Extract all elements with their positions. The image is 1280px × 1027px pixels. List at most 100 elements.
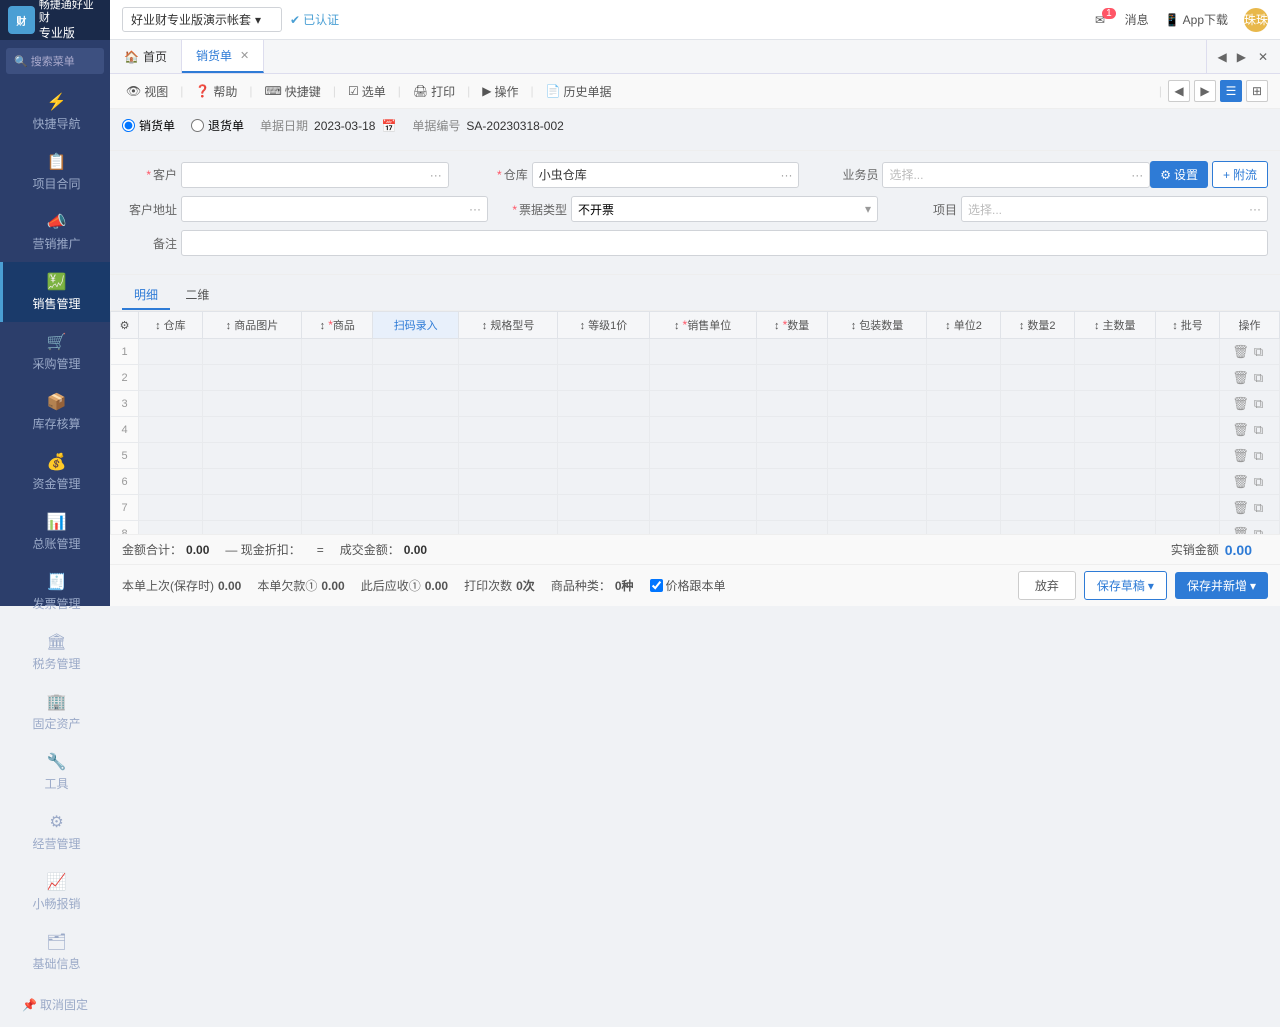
row-delete-icon[interactable]: 🗑 — [1232, 525, 1250, 535]
invoice-select[interactable]: 不开票 ▾ — [571, 196, 878, 222]
warehouse-field: 仓库 小虫仓库 ··· — [473, 162, 800, 188]
form-row-1: 客户 ··· 仓库 小虫仓库 ··· 业务员 选择... ··· — [122, 161, 1268, 188]
price-checkbox[interactable] — [650, 579, 663, 592]
sidebar-item-invoice[interactable]: 🧾 发票管理 — [0, 562, 110, 622]
chevron-down-icon[interactable]: ▾ — [1250, 579, 1256, 593]
amount-total: 金额合计： 0.00 — [122, 541, 209, 558]
toolbar-history-button[interactable]: 📄 历史单据 — [542, 81, 616, 102]
sales-table: ⚙ ↕ 仓库 ↕ 商品图片 ↕ *商品 扫码录入 ↕ 规格型号 ↕ 等级1价 ↕… — [110, 311, 1280, 534]
toolbar-prev-record-button[interactable]: ◀ — [1168, 80, 1190, 102]
sidebar-item-tools[interactable]: 🔧 工具 — [0, 742, 110, 802]
app-download-button[interactable]: 📱 App下载 — [1165, 11, 1228, 28]
quick-nav-icon: ⚡ — [47, 92, 67, 112]
row-delete-icon[interactable]: 🗑 — [1232, 395, 1250, 413]
cancel-fixed-button[interactable]: 📌 取消固定 — [8, 990, 102, 1019]
toolbar-help-button[interactable]: ❓ 帮助 — [191, 81, 241, 102]
form-number-field: 单据编号 SA-20230318-002 — [412, 117, 563, 134]
discard-button[interactable]: 放弃 — [1018, 571, 1076, 600]
tab-2d[interactable]: 二维 — [173, 281, 221, 310]
sidebar-item-marketing[interactable]: 📣 营销推广 — [0, 202, 110, 262]
toolbar-view-mode-list-button[interactable]: ☰ — [1220, 80, 1242, 102]
toolbar-view-mode-grid-button[interactable]: ⊞ — [1246, 80, 1268, 102]
toolbar-view-button[interactable]: 👁 视图 — [122, 81, 172, 102]
row-copy-icon[interactable]: ⧉ — [1250, 499, 1268, 517]
setup-button[interactable]: ⚙ 设置 — [1150, 161, 1208, 188]
remark-input[interactable] — [181, 230, 1268, 256]
attach-button[interactable]: + 附流 — [1212, 161, 1268, 188]
toolbar-select-button[interactable]: ☑ 选单 — [344, 81, 390, 102]
tab-home[interactable]: 🏠 首页 — [110, 40, 182, 73]
sidebar-item-purchase[interactable]: 🛒 采购管理 — [0, 322, 110, 382]
toolbar-print-button[interactable]: 🖨 打印 — [409, 81, 459, 102]
toolbar-shortcut-button[interactable]: ⌨ 快捷键 — [260, 81, 324, 102]
sidebar-item-quick-nav[interactable]: ⚡ 快捷导航 — [0, 82, 110, 142]
salesperson-input[interactable]: 选择... ··· — [882, 162, 1150, 188]
address-input[interactable]: ··· — [181, 196, 488, 222]
row-copy-icon[interactable]: ⧉ — [1250, 369, 1268, 387]
col-qty: ↕ *数量 — [756, 312, 827, 339]
toolbar-next-record-button[interactable]: ▶ — [1194, 80, 1216, 102]
save-new-button[interactable]: 保存并新增 ▾ — [1175, 572, 1268, 599]
table-row: 1🗑⧉ — [111, 339, 1280, 365]
row-copy-icon[interactable]: ⧉ — [1250, 447, 1268, 465]
sidebar-item-tax[interactable]: 🏛 税务管理 — [0, 622, 110, 682]
tab-next-button[interactable]: ▶ — [1233, 48, 1250, 66]
tab-prev-button[interactable]: ◀ — [1213, 48, 1230, 66]
row-copy-icon[interactable]: ⧉ — [1250, 525, 1268, 535]
row-delete-icon[interactable]: 🗑 — [1232, 499, 1250, 517]
save-draft-button[interactable]: 保存草稿 ▾ — [1084, 571, 1167, 600]
inventory-icon: 📦 — [47, 392, 67, 412]
project-field: 项目 选择... ··· — [902, 196, 1268, 222]
form-date-field: 单据日期 2023-03-18 📅 — [260, 117, 396, 134]
toolbar-operate-button[interactable]: ▶ 操作 — [478, 81, 522, 102]
row-delete-icon[interactable]: 🗑 — [1232, 421, 1250, 439]
row-delete-icon[interactable]: 🗑 — [1232, 447, 1250, 465]
sidebar-item-project[interactable]: 📋 项目合同 — [0, 142, 110, 202]
invoice-icon: 🧾 — [47, 572, 67, 592]
tab-sales[interactable]: 销货单 ✕ — [182, 40, 264, 73]
table-row: 3🗑⧉ — [111, 391, 1280, 417]
table-row: 2🗑⧉ — [111, 365, 1280, 391]
logo-text: 畅捷通好业财专业版 — [39, 0, 102, 41]
tab-close-icon[interactable]: ✕ — [240, 49, 249, 62]
accounting-icon: 📊 — [47, 512, 67, 532]
table-container: ⚙ ↕ 仓库 ↕ 商品图片 ↕ *商品 扫码录入 ↕ 规格型号 ↕ 等级1价 ↕… — [110, 311, 1280, 534]
notification-button[interactable]: ✉ 1 消息 — [1095, 11, 1149, 28]
sidebar-item-reports[interactable]: 📈 小畅报销 — [0, 862, 110, 922]
header-right: ✉ 1 消息 📱 App下载 珠珠 — [1095, 8, 1268, 32]
sidebar-item-fixed-assets[interactable]: 🏢 固定资产 — [0, 682, 110, 742]
row-copy-icon[interactable]: ⧉ — [1250, 473, 1268, 491]
sidebar-item-inventory[interactable]: 📦 库存核算 — [0, 382, 110, 442]
row-delete-icon[interactable]: 🗑 — [1232, 343, 1250, 361]
actual-amount: 实销金额 0.00 — [1171, 541, 1268, 558]
sidebar-item-operations[interactable]: ⚙ 经营管理 — [0, 802, 110, 862]
search-menu-button[interactable]: 🔍 搜索菜单 — [6, 48, 104, 74]
company-selector[interactable]: 好业财专业版演示帐套 ▾ — [122, 7, 282, 32]
price-checkbox-label[interactable]: 价格跟本单 — [650, 577, 726, 594]
chevron-down-icon[interactable]: ▾ — [1148, 579, 1154, 593]
row-copy-icon[interactable]: ⧉ — [1250, 343, 1268, 361]
customer-input[interactable]: ··· — [181, 162, 449, 188]
col-settings[interactable]: ⚙ — [111, 312, 139, 339]
sidebar-item-basic[interactable]: 🗂 基础信息 — [0, 922, 110, 982]
table-row: 5🗑⧉ — [111, 443, 1280, 469]
row-copy-icon[interactable]: ⧉ — [1250, 395, 1268, 413]
user-avatar[interactable]: 珠珠 — [1244, 8, 1268, 32]
sidebar-item-sales[interactable]: 💹 销售管理 — [0, 262, 110, 322]
calendar-icon[interactable]: 📅 — [381, 119, 396, 133]
warehouse-input[interactable]: 小虫仓库 ··· — [532, 162, 800, 188]
tab-detail[interactable]: 明细 — [122, 281, 170, 310]
row-delete-icon[interactable]: 🗑 — [1232, 473, 1250, 491]
sidebar: 财 畅捷通好业财专业版 🔍 搜索菜单 ⚡ 快捷导航 📋 项目合同 📣 营销推广 … — [0, 0, 110, 606]
project-input[interactable]: 选择... ··· — [961, 196, 1268, 222]
row-delete-icon[interactable]: 🗑 — [1232, 369, 1250, 387]
radio-return-order[interactable]: 退货单 — [191, 117, 244, 134]
radio-sales-order[interactable]: 销货单 — [122, 117, 175, 134]
row-copy-icon[interactable]: ⧉ — [1250, 421, 1268, 439]
project-icon: 📋 — [47, 152, 67, 172]
tab-close-all-button[interactable]: ✕ — [1252, 48, 1274, 66]
sidebar-item-capital[interactable]: 💰 资金管理 — [0, 442, 110, 502]
sidebar-item-accounting[interactable]: 📊 总账管理 — [0, 502, 110, 562]
form-header: 销货单 退货单 单据日期 2023-03-18 📅 单据编号 SA-202303… — [110, 109, 1280, 151]
col-barcode[interactable]: 扫码录入 — [373, 312, 458, 339]
